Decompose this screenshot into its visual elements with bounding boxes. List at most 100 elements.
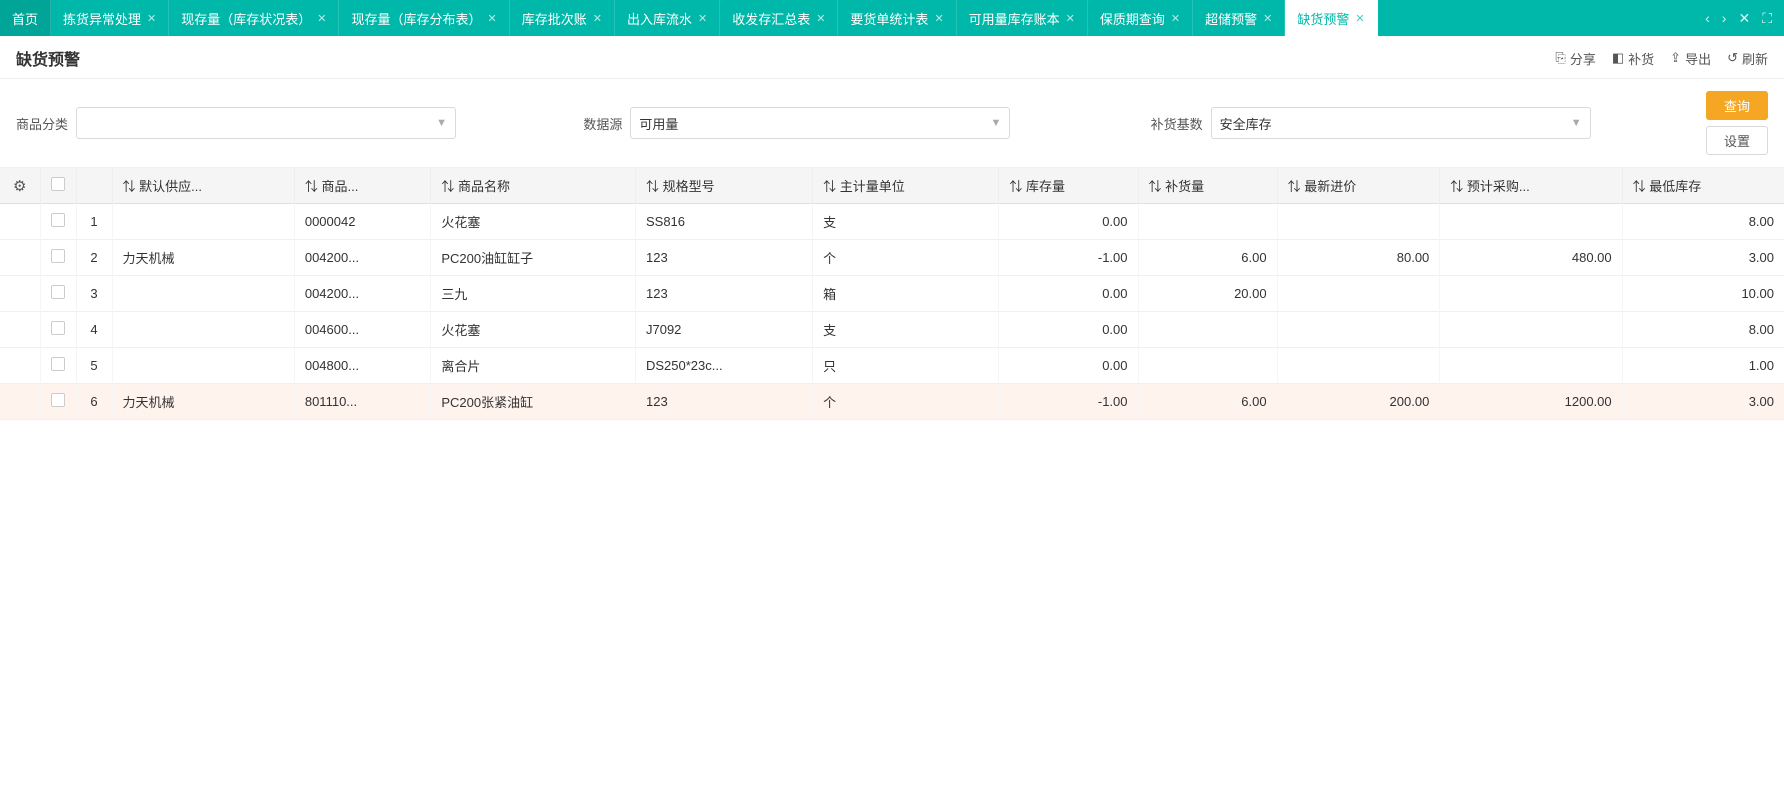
replenish-base-select[interactable]: 安全库存 ▼	[1211, 107, 1591, 139]
close-inout-flow-tab[interactable]: ✕	[698, 12, 707, 25]
nav-overstock[interactable]: 超储预警 ✕	[1193, 0, 1285, 36]
th-checkbox	[40, 168, 76, 204]
td-checkbox-5	[40, 384, 76, 420]
nav-order-stats[interactable]: 要货单统计表 ✕	[838, 0, 956, 36]
nav-abnormal[interactable]: 拣货异常处理 ✕	[51, 0, 169, 36]
td-spec-0: SS816	[635, 204, 812, 240]
td-est-purchase-1: 480.00	[1440, 240, 1622, 276]
row-checkbox-4[interactable]	[51, 357, 65, 371]
gear-icon[interactable]: ⚙	[13, 178, 26, 195]
table-row: 5 004800... 离合片 DS250*23c... 只 0.00 1.00	[0, 348, 1784, 384]
nav-next-button[interactable]: ›	[1718, 8, 1731, 28]
td-num-2: 3	[76, 276, 112, 312]
close-order-stats-tab[interactable]: ✕	[934, 12, 943, 25]
nav-available-ledger[interactable]: 可用量库存账本 ✕	[957, 0, 1088, 36]
nav-close-button[interactable]: ✕	[1734, 8, 1754, 29]
th-supplier-label: ⇅ 默认供应...	[123, 179, 202, 194]
datasource-filter-group: 数据源 可用量 ▼	[583, 107, 1126, 139]
td-min-stock-4: 1.00	[1622, 348, 1784, 384]
nav-inventory-dist[interactable]: 现存量（库存分布表） ✕	[339, 0, 509, 36]
th-stock: ⇅ 库存量	[999, 168, 1138, 204]
td-replenish-1: 6.00	[1138, 240, 1277, 276]
datasource-select[interactable]: 可用量 ▼	[630, 107, 1010, 139]
close-batch-tab[interactable]: ✕	[593, 12, 602, 25]
td-latest-price-2	[1277, 276, 1440, 312]
table-header-row: ⚙ ⇅ 默认供应... ⇅ 商品... ⇅ 商品名称	[0, 168, 1784, 204]
td-unit-4: 只	[813, 348, 999, 384]
close-receipt-summary-tab[interactable]: ✕	[816, 12, 825, 25]
category-select[interactable]: ▼	[76, 107, 456, 139]
td-goods-name-0: 火花塞	[431, 204, 636, 240]
row-checkbox-2[interactable]	[51, 285, 65, 299]
settings-button[interactable]: 设置	[1706, 126, 1768, 155]
shortage-table: ⚙ ⇅ 默认供应... ⇅ 商品... ⇅ 商品名称	[0, 168, 1784, 420]
close-expiry-query-tab[interactable]: ✕	[1171, 12, 1180, 25]
td-unit-5: 个	[813, 384, 999, 420]
nav-expiry-query[interactable]: 保质期查询 ✕	[1088, 0, 1193, 36]
td-unit-0: 支	[813, 204, 999, 240]
td-stock-3: 0.00	[999, 312, 1138, 348]
td-spec-2: 123	[635, 276, 812, 312]
nav-prev-button[interactable]: ‹	[1701, 8, 1714, 28]
td-goods-name-1: PC200油缸缸子	[431, 240, 636, 276]
replenish-base-arrow-icon: ▼	[1571, 117, 1582, 129]
query-button[interactable]: 查询	[1706, 91, 1768, 120]
nav-controls: ‹ › ✕ ⛶	[1693, 8, 1784, 29]
td-goods-name-4: 离合片	[431, 348, 636, 384]
td-replenish-5: 6.00	[1138, 384, 1277, 420]
nav-batch[interactable]: 库存批次账 ✕	[510, 0, 615, 36]
row-checkbox-0[interactable]	[51, 213, 65, 227]
replenish-icon: ◧	[1612, 50, 1624, 66]
th-replenish: ⇅ 补货量	[1138, 168, 1277, 204]
close-available-ledger-tab[interactable]: ✕	[1066, 12, 1075, 25]
th-est-purchase: ⇅ 预计采购...	[1440, 168, 1622, 204]
td-goods-code-3: 004600...	[294, 312, 431, 348]
td-est-purchase-3	[1440, 312, 1622, 348]
category-arrow-icon: ▼	[436, 117, 447, 129]
replenish-base-filter-group: 补货基数 安全库存 ▼	[1151, 107, 1694, 139]
td-latest-price-5: 200.00	[1277, 384, 1440, 420]
nav-receipt-summary[interactable]: 收发存汇总表 ✕	[720, 0, 838, 36]
close-overstock-tab[interactable]: ✕	[1263, 12, 1272, 25]
td-num-0: 1	[76, 204, 112, 240]
share-button[interactable]: ⎘ 分享	[1555, 49, 1595, 68]
refresh-button[interactable]: ↺ 刷新	[1727, 49, 1768, 68]
td-spec-4: DS250*23c...	[635, 348, 812, 384]
td-num-3: 4	[76, 312, 112, 348]
row-checkbox-3[interactable]	[51, 321, 65, 335]
td-goods-name-5: PC200张紧油缸	[431, 384, 636, 420]
table-row: 6 力天机械 801110... PC200张紧油缸 123 个 -1.00 6…	[0, 384, 1784, 420]
td-goods-code-2: 004200...	[294, 276, 431, 312]
table-body: 1 0000042 火花塞 SS816 支 0.00 8.00 2 力天机械 0…	[0, 204, 1784, 420]
export-button[interactable]: ⇪ 导出	[1670, 49, 1711, 68]
th-est-purchase-label: ⇅ 预计采购...	[1450, 179, 1529, 194]
td-supplier-4	[112, 348, 294, 384]
export-icon: ⇪	[1670, 50, 1681, 66]
td-goods-code-0: 0000042	[294, 204, 431, 240]
td-num-4: 5	[76, 348, 112, 384]
td-gear-2	[0, 276, 40, 312]
th-spec-label: ⇅ 规格型号	[646, 179, 715, 194]
close-inventory-dist-tab[interactable]: ✕	[488, 12, 497, 25]
td-replenish-2: 20.00	[1138, 276, 1277, 312]
nav-inout-flow[interactable]: 出入库流水 ✕	[615, 0, 720, 36]
nav-inventory-status[interactable]: 现存量（库存状况表） ✕	[169, 0, 339, 36]
td-replenish-0	[1138, 204, 1277, 240]
close-abnormal-tab[interactable]: ✕	[147, 12, 156, 25]
th-goods-code-label: ⇅ 商品...	[305, 179, 358, 194]
row-checkbox-5[interactable]	[51, 393, 65, 407]
nav-shortage[interactable]: 缺货预警 ✕	[1285, 0, 1377, 36]
nav-home[interactable]: 首页	[0, 0, 51, 36]
close-inventory-status-tab[interactable]: ✕	[317, 12, 326, 25]
td-latest-price-3	[1277, 312, 1440, 348]
td-min-stock-1: 3.00	[1622, 240, 1784, 276]
td-goods-code-1: 004200...	[294, 240, 431, 276]
nav-fullscreen-button[interactable]: ⛶	[1758, 8, 1776, 29]
datasource-arrow-icon: ▼	[990, 117, 1001, 129]
replenish-button[interactable]: ◧ 补货	[1612, 49, 1654, 68]
refresh-icon: ↺	[1727, 50, 1738, 66]
row-checkbox-1[interactable]	[51, 249, 65, 263]
th-num	[76, 168, 112, 204]
close-shortage-tab[interactable]: ✕	[1355, 12, 1364, 25]
select-all-checkbox[interactable]	[51, 177, 65, 191]
